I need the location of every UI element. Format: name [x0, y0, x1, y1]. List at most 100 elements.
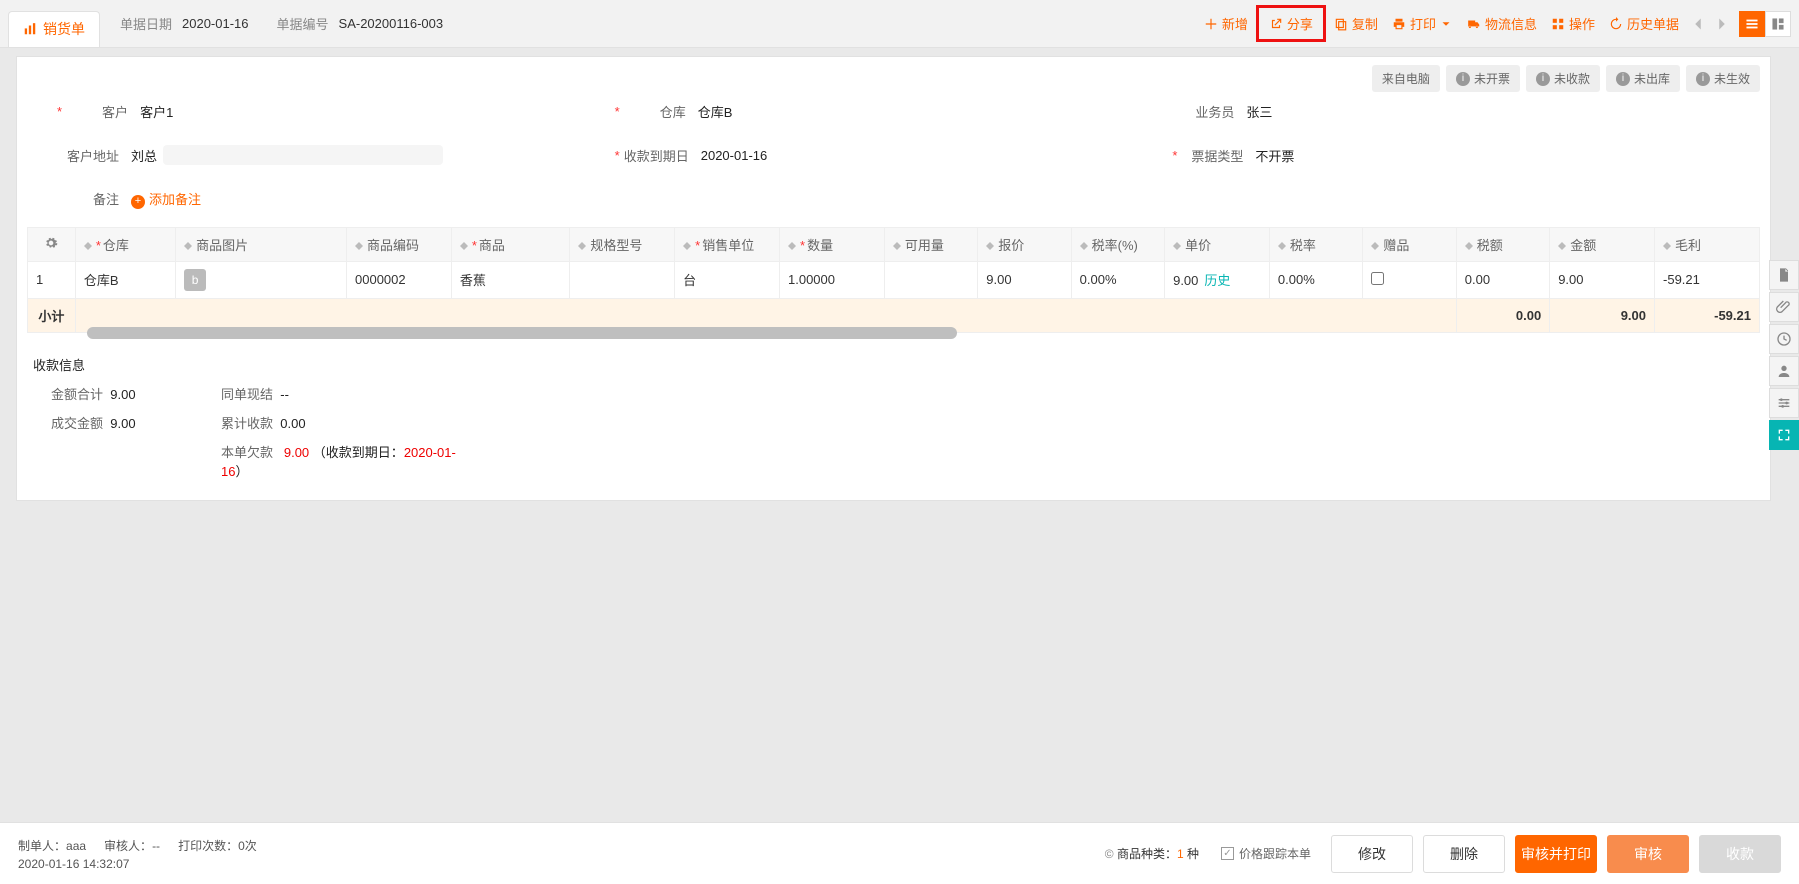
- receipt-button: 收款: [1699, 835, 1781, 873]
- due-value[interactable]: 2020-01-16: [701, 148, 768, 163]
- field-sales: 业务员 张三: [1172, 102, 1730, 121]
- print-count: 0次: [238, 839, 257, 853]
- payment-title: 收款信息: [33, 355, 1754, 374]
- cell-taxamt: 0.00: [1456, 261, 1549, 298]
- cell-spec[interactable]: [570, 261, 675, 298]
- new-button[interactable]: 新增: [1198, 10, 1254, 37]
- col-qty[interactable]: *数量: [780, 227, 885, 261]
- voucher-value[interactable]: 不开票: [1255, 146, 1294, 165]
- field-due: * 收款到期日 2020-01-16: [615, 145, 1173, 165]
- truck-icon: [1467, 17, 1481, 31]
- prev-arrow[interactable]: [1687, 9, 1709, 39]
- next-arrow[interactable]: [1711, 9, 1733, 39]
- operate-button[interactable]: 操作: [1545, 10, 1601, 37]
- cell-image[interactable]: b: [176, 261, 347, 298]
- right-user-button[interactable]: [1769, 356, 1799, 386]
- image-placeholder-icon: b: [184, 269, 206, 291]
- right-attach-button[interactable]: [1769, 292, 1799, 322]
- customer-value[interactable]: 客户1: [140, 102, 173, 121]
- track-price-checkbox[interactable]: ✓ 价格跟踪本单: [1221, 845, 1311, 862]
- col-profit[interactable]: 毛利: [1655, 227, 1760, 261]
- cell-taxpct[interactable]: 0.00%: [1269, 261, 1362, 298]
- cell-taxrate[interactable]: 0.00%: [1071, 261, 1164, 298]
- right-expand-button[interactable]: [1769, 420, 1799, 450]
- col-image[interactable]: 商品图片: [176, 227, 347, 261]
- col-unit[interactable]: *销售单位: [675, 227, 780, 261]
- audit-button[interactable]: 审核: [1607, 835, 1689, 873]
- add-remark-button[interactable]: +添加备注: [131, 189, 201, 209]
- col-spec[interactable]: 规格型号: [570, 227, 675, 261]
- layout-icon: [1771, 17, 1785, 31]
- cell-gift[interactable]: [1363, 261, 1456, 298]
- chevron-down-icon: [1439, 17, 1453, 31]
- cell-idx: 1: [28, 261, 76, 298]
- col-amount[interactable]: 金额: [1550, 227, 1655, 261]
- warehouse-value[interactable]: 仓库B: [698, 102, 733, 121]
- audit-print-button[interactable]: 审核并打印: [1515, 835, 1597, 873]
- col-code[interactable]: 商品编码: [347, 227, 452, 261]
- column-config[interactable]: [28, 227, 76, 261]
- col-taxrate[interactable]: 税率(%): [1071, 227, 1164, 261]
- grid-icon: [1551, 17, 1565, 31]
- table-h-scrollbar[interactable]: [27, 327, 1760, 341]
- history-button[interactable]: 历史单据: [1603, 10, 1685, 37]
- cell-product[interactable]: 香蕉: [451, 261, 570, 298]
- pay-paid: 0.00: [280, 416, 305, 431]
- payment-info: 收款信息 金额合计 9.00 同单现结 -- 成交金额 9.00 累计收款 0.…: [17, 341, 1770, 480]
- document-icon: [23, 22, 37, 36]
- col-product[interactable]: *商品: [451, 227, 570, 261]
- chip-source[interactable]: 来自电脑: [1372, 65, 1440, 92]
- right-page-button[interactable]: [1769, 260, 1799, 290]
- status-chips: 来自电脑 i 未开票 i 未收款 i 未出库 i 未生效: [17, 57, 1770, 102]
- timestamp: 2020-01-16 14:32:07: [18, 857, 129, 871]
- delete-button[interactable]: 删除: [1423, 835, 1505, 873]
- col-gift[interactable]: 赠品: [1363, 227, 1456, 261]
- price-history-link[interactable]: 历史: [1204, 273, 1230, 288]
- field-address: 客户地址 刘总: [57, 145, 615, 165]
- copy-button[interactable]: 复制: [1328, 10, 1384, 37]
- table-row[interactable]: 1 仓库B b 0000002 香蕉 台 1.00000 9.00 0.00% …: [28, 261, 1760, 298]
- col-warehouse[interactable]: *仓库: [75, 227, 175, 261]
- gift-checkbox[interactable]: [1371, 272, 1384, 285]
- chip-uninvoiced[interactable]: i 未开票: [1446, 65, 1520, 92]
- footer-meta: 制单人：aaa 审核人：-- 打印次数：0次 2020-01-16 14:32:…: [18, 837, 257, 871]
- col-price[interactable]: 报价: [978, 227, 1071, 261]
- right-slider-button[interactable]: [1769, 388, 1799, 418]
- list-view-button[interactable]: [1739, 11, 1765, 37]
- chevron-left-icon: [1687, 13, 1709, 35]
- active-tab[interactable]: 销货单: [8, 11, 100, 47]
- col-unitprice[interactable]: 单价: [1165, 227, 1270, 261]
- print-button[interactable]: 打印: [1386, 10, 1459, 37]
- cell-unitprice[interactable]: 9.00历史: [1165, 261, 1270, 298]
- pay-cash: --: [280, 387, 289, 402]
- info-icon: i: [1456, 72, 1470, 86]
- cell-warehouse[interactable]: 仓库B: [75, 261, 175, 298]
- chip-unpaid[interactable]: i 未收款: [1526, 65, 1600, 92]
- plus-icon: [1204, 17, 1218, 31]
- cell-code[interactable]: 0000002: [347, 261, 452, 298]
- address-redacted: [163, 145, 443, 165]
- view-toggle: [1739, 11, 1791, 37]
- cell-price[interactable]: 9.00: [978, 261, 1071, 298]
- col-taxamt[interactable]: 税额: [1456, 227, 1549, 261]
- address-value[interactable]: 刘总: [131, 146, 157, 165]
- scrollbar-thumb[interactable]: [87, 327, 957, 339]
- col-avail[interactable]: 可用量: [884, 227, 977, 261]
- logistics-button[interactable]: 物流信息: [1461, 10, 1543, 37]
- clock-icon: [1776, 331, 1792, 347]
- checkbox-icon: ✓: [1221, 847, 1234, 860]
- share-button[interactable]: 分享: [1263, 10, 1319, 37]
- pay-owe: 9.00: [284, 445, 309, 460]
- edit-button[interactable]: 修改: [1331, 835, 1413, 873]
- right-clock-button[interactable]: [1769, 324, 1799, 354]
- chip-unshipped[interactable]: i 未出库: [1606, 65, 1680, 92]
- col-taxpct[interactable]: 税率: [1269, 227, 1362, 261]
- items-table-wrap: *仓库 商品图片 商品编码 *商品 规格型号 *销售单位 *数量 可用量 报价 …: [17, 227, 1770, 341]
- cell-qty[interactable]: 1.00000: [780, 261, 885, 298]
- field-remark: 备注 +添加备注: [57, 189, 615, 209]
- card-view-button[interactable]: [1765, 11, 1791, 37]
- chip-inactive[interactable]: i 未生效: [1686, 65, 1760, 92]
- cell-unit[interactable]: 台: [675, 261, 780, 298]
- main-panel: 来自电脑 i 未开票 i 未收款 i 未出库 i 未生效 * 客户: [16, 56, 1771, 501]
- sales-value[interactable]: 张三: [1246, 102, 1272, 121]
